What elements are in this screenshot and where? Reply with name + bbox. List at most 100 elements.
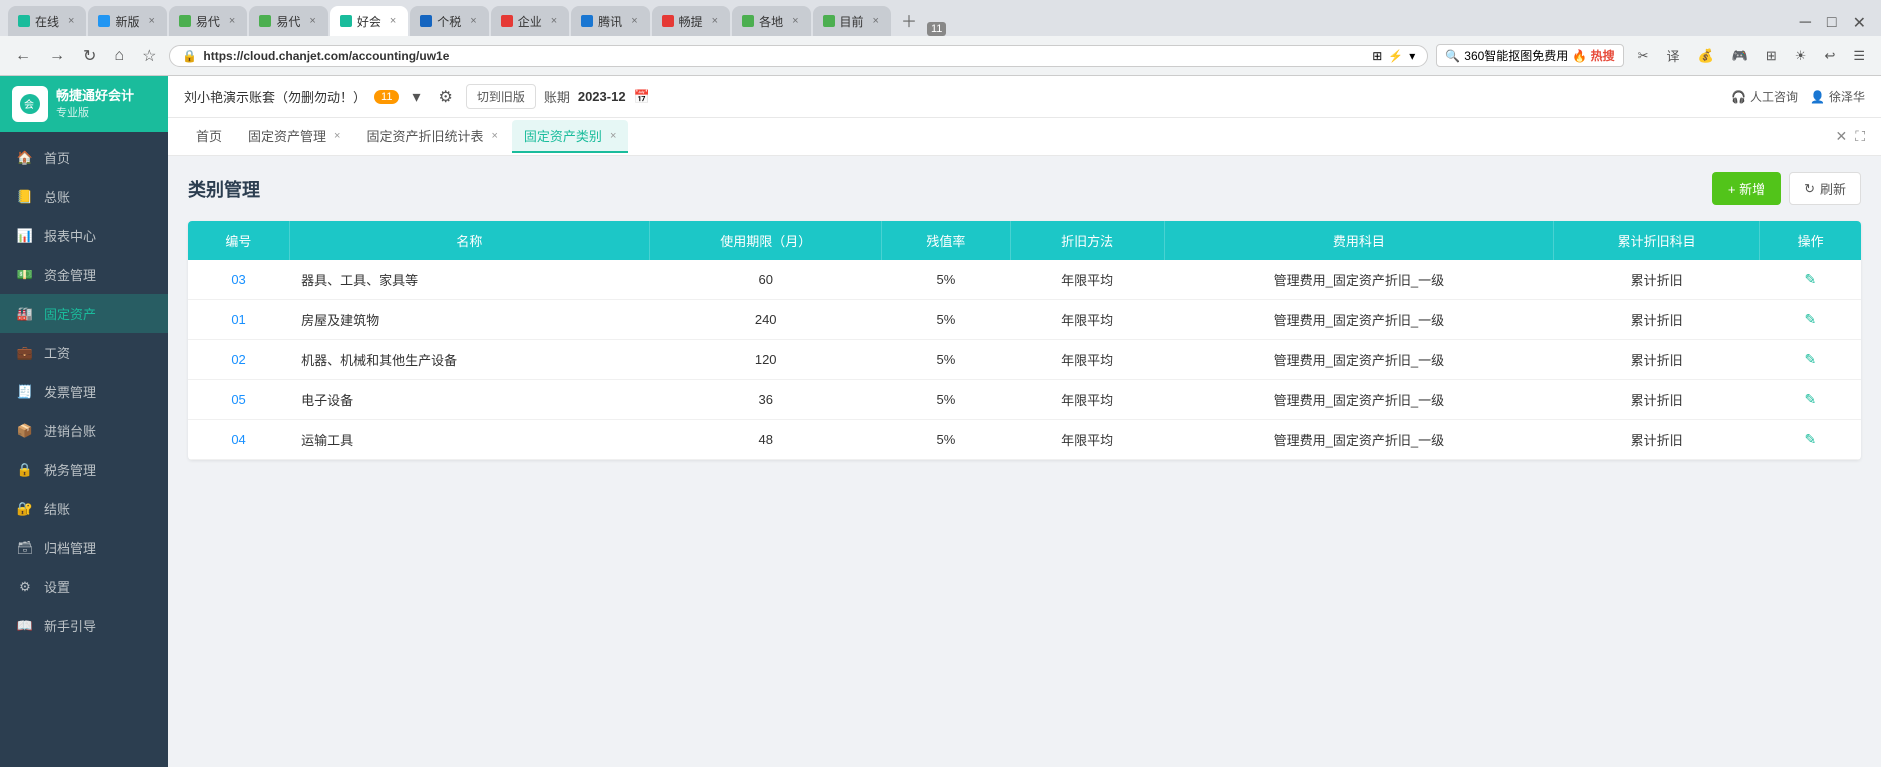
sidebar-item-归档管理[interactable]: 🗃归档管理 <box>0 528 168 567</box>
cell-4-1: 运输工具 <box>289 420 649 460</box>
page-tab-label-1: 固定资产管理 <box>248 126 326 145</box>
th-7: 操作 <box>1760 221 1861 260</box>
page-title: 类别管理 <box>188 176 260 202</box>
calendar-icon[interactable]: 📅 <box>634 89 650 105</box>
sidebar-item-税务管理[interactable]: 🔒税务管理 <box>0 450 168 489</box>
sidebar-item-设置[interactable]: ⚙设置 <box>0 567 168 606</box>
cell-1-edit: ✎ <box>1760 300 1861 340</box>
browser-tab-5[interactable]: 个税× <box>410 6 488 36</box>
consult-button[interactable]: 🎧 人工咨询 <box>1731 88 1798 105</box>
edit-row-3-button[interactable]: ✎ <box>1805 391 1817 408</box>
game-icon[interactable]: 🎮 <box>1726 45 1754 67</box>
refresh-button[interactable]: ↻ 刷新 <box>1789 172 1861 205</box>
page-actions: + 新增 ↻ 刷新 <box>1712 172 1861 205</box>
sidebar-item-工资[interactable]: 💼 工资 <box>0 333 168 372</box>
cell-1-3: 5% <box>882 300 1010 340</box>
account-dropdown-button[interactable]: ▾ <box>407 84 425 110</box>
edit-row-4-button[interactable]: ✎ <box>1805 431 1817 448</box>
page-tab-0[interactable]: 首页 <box>184 120 234 153</box>
minimize-button[interactable]: ─ <box>1795 10 1816 36</box>
user-menu-button[interactable]: 👤 徐泽华 <box>1810 88 1865 105</box>
browser-tab-9[interactable]: 各地× <box>732 6 810 36</box>
browser-tab-10[interactable]: 目前× <box>813 6 891 36</box>
add-button[interactable]: + 新增 <box>1712 172 1781 205</box>
page-tab-label-3: 固定资产类别 <box>524 126 602 145</box>
logo-title: 畅捷通好会计 <box>56 88 134 105</box>
sidebar-item-首页[interactable]: 🏠首页 <box>0 138 168 177</box>
home-button[interactable]: ⌂ <box>109 44 129 68</box>
cell-4-2: 48 <box>650 420 882 460</box>
sidebar-item-固定资产[interactable]: 🏭固定资产 <box>0 294 168 333</box>
hot-badge: 🔥 热搜 <box>1572 47 1614 64</box>
cell-1-2: 240 <box>650 300 882 340</box>
sidebar-item-报表中心[interactable]: 📊报表中心 <box>0 216 168 255</box>
address-bar[interactable]: 🔒 https://cloud.chanjet.com/accounting/u… <box>169 45 1428 67</box>
cell-3-6: 累计折旧 <box>1554 380 1760 420</box>
page-tab-close-3[interactable]: × <box>610 130 616 142</box>
content-close-button[interactable]: ✕ <box>1835 128 1847 145</box>
content-maximize-button[interactable]: ⛶ <box>1855 128 1865 145</box>
tax-icon: 🔒 <box>16 461 34 479</box>
content-window-controls: ✕⛶ <box>1835 128 1865 145</box>
logo-icon: 会 <box>12 86 48 122</box>
salary-icon: 💼 <box>16 344 34 362</box>
user-avatar-icon: 👤 <box>1810 90 1825 104</box>
sidebar-label-5: 工资 <box>44 343 70 362</box>
translate-icon[interactable]: 译 <box>1660 43 1685 68</box>
maximize-button[interactable]: □ <box>1822 10 1842 36</box>
purchase-icon: 📦 <box>16 422 34 440</box>
sidebar-item-结账[interactable]: 🔐结账 <box>0 489 168 528</box>
undo-icon[interactable]: ↩ <box>1818 45 1841 67</box>
new-tab-button[interactable]: ＋ <box>893 4 925 36</box>
reload-button[interactable]: ↻ <box>78 43 101 69</box>
sidebar-nav: 🏠首页📒总账📊报表中心💵资金管理🏭固定资产 💼 工资 🧾发票管理📦进销台账🔒税务管理🔐… <box>0 132 168 767</box>
bookmark-button[interactable]: ☆ <box>137 43 161 69</box>
cell-0-6: 累计折旧 <box>1554 260 1760 300</box>
page-tab-close-1[interactable]: × <box>334 130 340 142</box>
back-button[interactable]: ← <box>10 44 36 68</box>
sidebar-item-发票管理[interactable]: 🧾发票管理 <box>0 372 168 411</box>
topbar-left: 刘小艳演示账套（勿删勿动！） 11 ▾ ⚙ 切到旧版 账期 2023-12 📅 <box>184 84 1721 110</box>
sidebar-label-2: 报表中心 <box>44 226 96 245</box>
browser-tab-0[interactable]: 在线× <box>8 6 86 36</box>
sidebar-logo: 会 畅捷通好会计 专业版 <box>0 76 168 132</box>
page-tab-close-2[interactable]: × <box>491 130 497 142</box>
browser-tab-4[interactable]: 好会× <box>330 6 408 36</box>
page-tab-2[interactable]: 固定资产折旧统计表× <box>354 120 509 153</box>
sidebar-item-进销台账[interactable]: 📦进销台账 <box>0 411 168 450</box>
sidebar-item-新手引导[interactable]: 📖新手引导 <box>0 606 168 645</box>
sidebar-item-总账[interactable]: 📒总账 <box>0 177 168 216</box>
th-2: 使用期限（月） <box>650 221 882 260</box>
cell-1-4: 年限平均 <box>1010 300 1164 340</box>
wallet-icon[interactable]: 💰 <box>1692 45 1720 67</box>
page-tab-1[interactable]: 固定资产管理 × <box>236 120 352 153</box>
dropdown-icon[interactable]: ▾ <box>1409 49 1415 63</box>
cell-2-0: 02 <box>188 340 289 380</box>
forward-button[interactable]: → <box>44 44 70 68</box>
browser-tab-1[interactable]: 新版× <box>88 6 166 36</box>
menu-icon[interactable]: ☰ <box>1847 45 1871 67</box>
browser-tab-6[interactable]: 企业× <box>491 6 569 36</box>
browser-tab-7[interactable]: 腾讯× <box>571 6 649 36</box>
settings-button[interactable]: ⚙ <box>433 84 457 110</box>
close-window-button[interactable]: ✕ <box>1848 10 1871 36</box>
edit-row-0-button[interactable]: ✎ <box>1805 271 1817 288</box>
edit-row-1-button[interactable]: ✎ <box>1805 311 1817 328</box>
browser-tab-8[interactable]: 畅提× <box>652 6 730 36</box>
search-icon: 🔍 <box>1445 49 1460 63</box>
switch-version-button[interactable]: 切到旧版 <box>466 84 536 109</box>
topbar-right: 🎧 人工咨询 👤 徐泽华 <box>1731 88 1865 105</box>
page-tab-3[interactable]: 固定资产类别 × <box>512 120 628 153</box>
page-tab-label-0: 首页 <box>196 126 222 145</box>
browser-chrome: 在线×新版×易代×易代×好会×个税×企业×腾讯×畅提×各地×目前× ＋ 11 ─… <box>0 0 1881 76</box>
edit-row-2-button[interactable]: ✎ <box>1805 351 1817 368</box>
scissors-icon[interactable]: ✂ <box>1632 45 1655 67</box>
svg-text:会: 会 <box>24 98 34 111</box>
browser-tab-3[interactable]: 易代× <box>249 6 327 36</box>
home-icon: 🏠 <box>16 149 34 167</box>
theme-icon[interactable]: ☀ <box>1789 45 1813 67</box>
grid-icon[interactable]: ⊞ <box>1760 45 1783 67</box>
sidebar-item-资金管理[interactable]: 💵资金管理 <box>0 255 168 294</box>
browser-tab-2[interactable]: 易代× <box>169 6 247 36</box>
search-box[interactable]: 🔍 360智能抠图免费用 🔥 热搜 <box>1436 44 1623 67</box>
